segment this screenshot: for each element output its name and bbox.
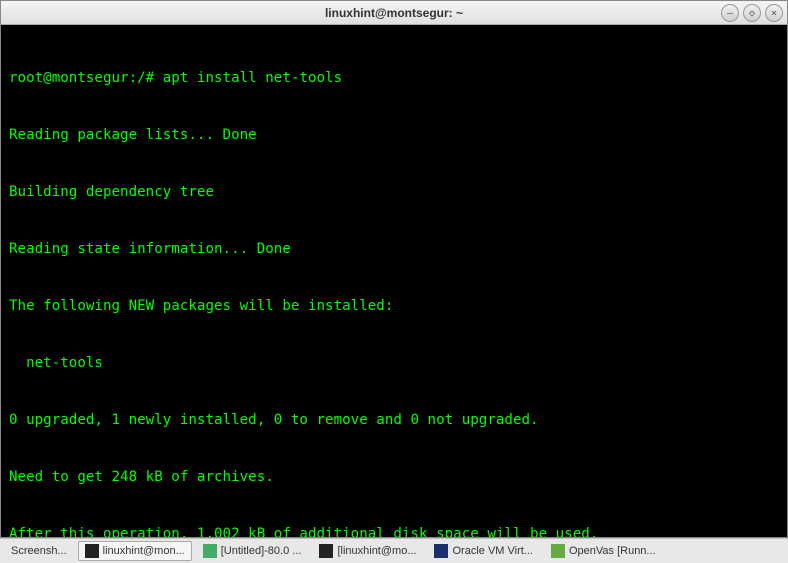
- taskbar-label: [Untitled]-80.0 ...: [221, 545, 302, 557]
- taskbar-item-openvas[interactable]: OpenVas [Runn...: [544, 541, 663, 561]
- taskbar-label: linuxhint@mon...: [103, 545, 185, 557]
- taskbar-label: [linuxhint@mo...: [337, 545, 416, 557]
- editor-icon: [203, 544, 217, 558]
- taskbar-item-virtualbox[interactable]: Oracle VM Virt...: [427, 541, 539, 561]
- terminal-line: 0 upgraded, 1 newly installed, 0 to remo…: [9, 411, 779, 430]
- terminal-icon: [85, 544, 99, 558]
- minimize-button[interactable]: –: [721, 4, 739, 22]
- taskbar-item-terminal[interactable]: linuxhint@mon...: [78, 541, 192, 561]
- openvas-icon: [551, 544, 565, 558]
- window-controls: – ◇ ×: [721, 4, 783, 22]
- terminal-line: root@montsegur:/# apt install net-tools: [9, 69, 779, 88]
- terminal-line: net-tools: [9, 354, 779, 373]
- terminal-area[interactable]: root@montsegur:/# apt install net-tools …: [1, 25, 787, 537]
- terminal-icon: [319, 544, 333, 558]
- terminal-line: Reading state information... Done: [9, 240, 779, 259]
- titlebar[interactable]: linuxhint@montsegur: ~ – ◇ ×: [1, 1, 787, 25]
- maximize-button[interactable]: ◇: [743, 4, 761, 22]
- virtualbox-icon: [434, 544, 448, 558]
- terminal-line: Reading package lists... Done: [9, 126, 779, 145]
- taskbar: Screensh... linuxhint@mon... [Untitled]-…: [0, 538, 788, 563]
- taskbar-item-editor[interactable]: [Untitled]-80.0 ...: [196, 541, 309, 561]
- terminal-line: The following NEW packages will be insta…: [9, 297, 779, 316]
- taskbar-label: Oracle VM Virt...: [452, 545, 532, 557]
- taskbar-label: OpenVas [Runn...: [569, 545, 656, 557]
- terminal-line: Building dependency tree: [9, 183, 779, 202]
- terminal-line: After this operation, 1,002 kB of additi…: [9, 525, 779, 537]
- close-button[interactable]: ×: [765, 4, 783, 22]
- terminal-line: Need to get 248 kB of archives.: [9, 468, 779, 487]
- taskbar-item-screenshots[interactable]: Screensh...: [4, 542, 74, 560]
- taskbar-label: Screensh...: [11, 545, 67, 557]
- window-title: linuxhint@montsegur: ~: [325, 6, 463, 20]
- terminal-window: linuxhint@montsegur: ~ – ◇ × root@montse…: [0, 0, 788, 538]
- taskbar-item-terminal2[interactable]: [linuxhint@mo...: [312, 541, 423, 561]
